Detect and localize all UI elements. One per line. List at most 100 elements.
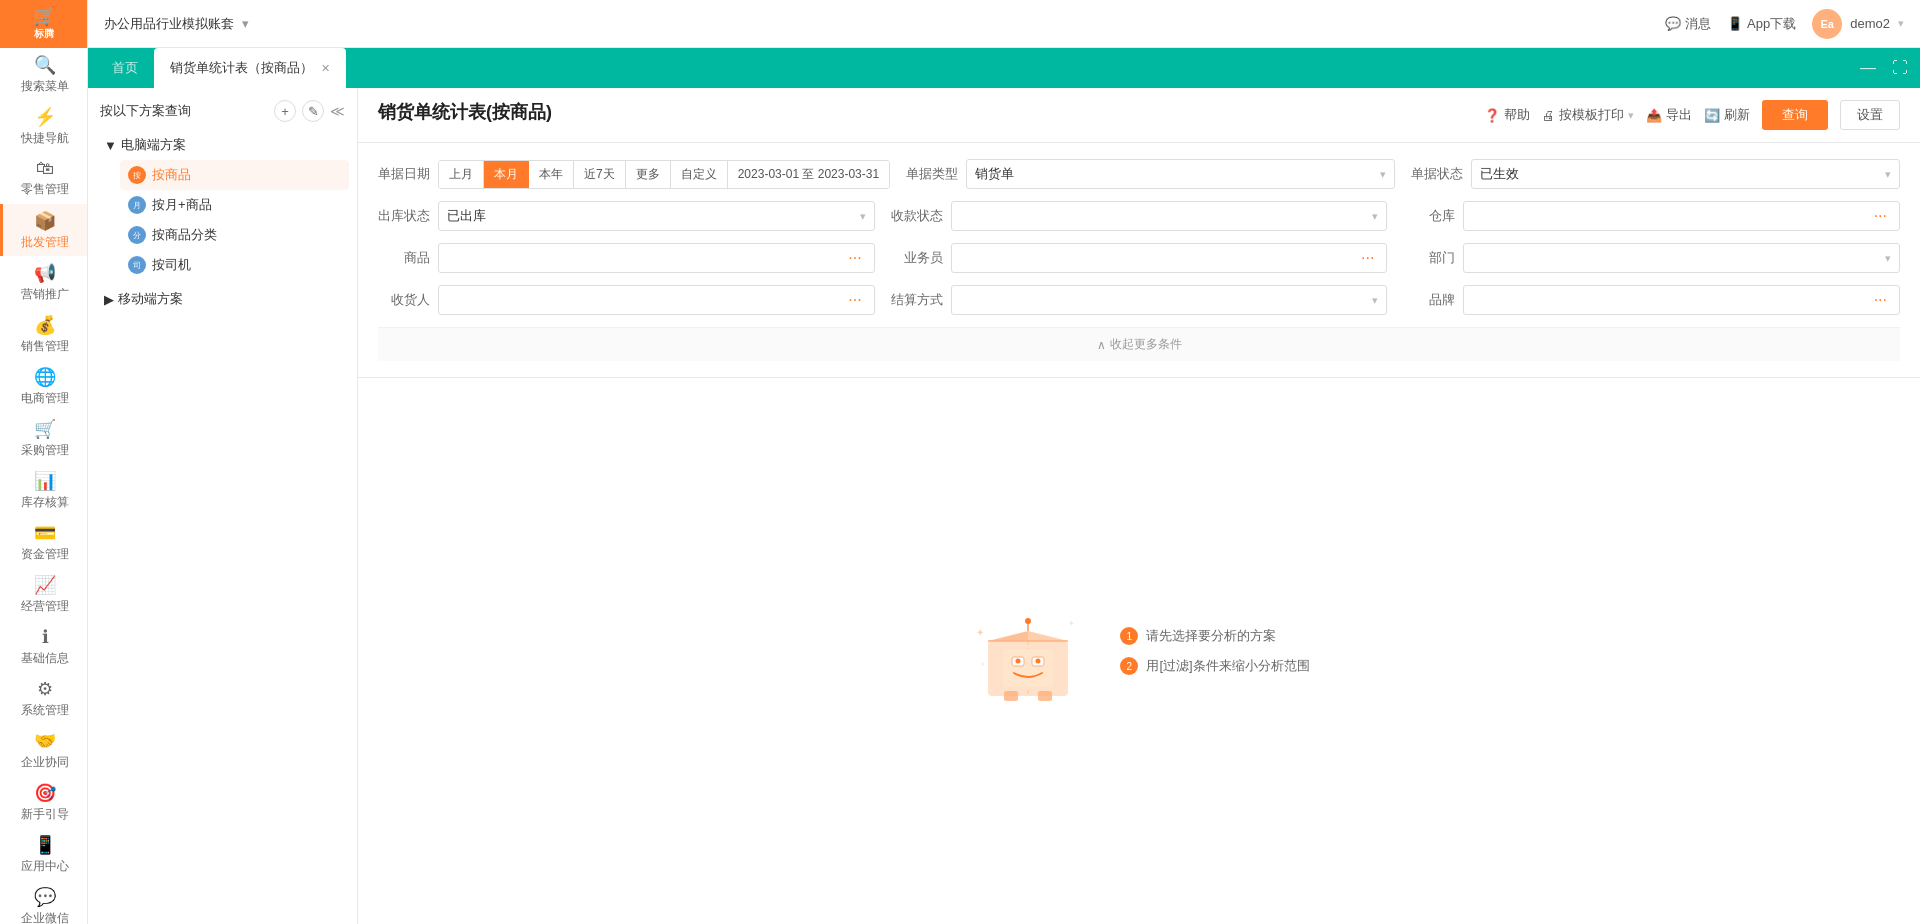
logo-text: 标腾 bbox=[34, 27, 54, 41]
print-button[interactable]: 🖨 按模板打印 ▾ bbox=[1542, 106, 1634, 124]
web-icon: 🌐 bbox=[34, 366, 56, 388]
tree-item-by-driver[interactable]: 司 按司机 bbox=[120, 250, 349, 280]
sidebar-item-wholesale[interactable]: 📦 批发管理 bbox=[0, 204, 87, 256]
tab-close-icon[interactable]: ✕ bbox=[321, 62, 330, 75]
box-icon: 📦 bbox=[34, 210, 56, 232]
tab-maximize-button[interactable]: ⛶ bbox=[1888, 55, 1912, 81]
product-ellipsis-btn[interactable]: ··· bbox=[844, 249, 865, 267]
filter-row-1: 单据日期 上月 本月 本年 近7天 更多 自定义 2023-03-01 至 20… bbox=[378, 159, 1900, 189]
tree-item-label: 按月+商品 bbox=[152, 196, 212, 214]
date-btn-custom[interactable]: 自定义 bbox=[671, 161, 728, 188]
receiver-ellipsis-btn[interactable]: ··· bbox=[844, 291, 865, 309]
tree-expand-right-icon: ▶ bbox=[104, 292, 114, 307]
title-dropdown-arrow[interactable]: ▾ bbox=[242, 16, 249, 31]
app-download-button[interactable]: 📱 App下载 bbox=[1727, 15, 1796, 33]
shopping-icon: 🛍 bbox=[36, 158, 54, 179]
date-btn-last-month[interactable]: 上月 bbox=[439, 161, 484, 188]
dept-dropdown-arrow: ▾ bbox=[1885, 252, 1891, 265]
brand-ellipsis-btn[interactable]: ··· bbox=[1870, 291, 1891, 309]
main-wrapper: 办公用品行业模拟账套 ▾ 💬 消息 📱 App下载 Ea demo2 ▾ 首页 … bbox=[88, 0, 1920, 924]
tree-item-by-month-product[interactable]: 月 按月+商品 bbox=[120, 190, 349, 220]
add-scheme-button[interactable]: + bbox=[274, 100, 296, 122]
tree-section-mobile: ▶ 移动端方案 bbox=[88, 284, 357, 314]
receipt-status-select[interactable]: ▾ bbox=[951, 201, 1388, 231]
product-select[interactable]: ··· bbox=[438, 243, 875, 273]
scheme-icon-orange: 按 bbox=[128, 166, 146, 184]
help-button[interactable]: ❓ 帮助 bbox=[1484, 106, 1530, 124]
panel-header-label: 按以下方案查询 bbox=[100, 102, 191, 120]
svg-point-6 bbox=[1016, 659, 1021, 664]
sidebar-item-sales[interactable]: 💰 销售管理 bbox=[0, 308, 87, 360]
sidebar-item-search[interactable]: 🔍 搜索菜单 bbox=[0, 48, 87, 100]
step-1-num: 1 bbox=[1120, 627, 1138, 645]
filter-doc-type: 单据类型 销货单 ▾ bbox=[906, 159, 1395, 189]
date-btn-7days[interactable]: 近7天 bbox=[574, 161, 626, 188]
edit-scheme-button[interactable]: ✎ bbox=[302, 100, 324, 122]
warehouse-select[interactable]: ··· bbox=[1463, 201, 1900, 231]
filter-product: 商品 ··· bbox=[378, 243, 875, 273]
filter-area: 单据日期 上月 本月 本年 近7天 更多 自定义 2023-03-01 至 20… bbox=[358, 143, 1920, 378]
money-icon: 💰 bbox=[34, 314, 56, 336]
receiver-select[interactable]: ··· bbox=[438, 285, 875, 315]
sidebar-item-retail[interactable]: 🛍 零售管理 bbox=[0, 152, 87, 204]
user-dropdown-arrow: ▾ bbox=[1898, 17, 1904, 30]
payment-select[interactable]: ▾ bbox=[951, 285, 1388, 315]
sidebar-item-guide[interactable]: 🎯 新手引导 bbox=[0, 776, 87, 828]
sidebar-item-basic[interactable]: ℹ 基础信息 bbox=[0, 620, 87, 672]
date-btn-more[interactable]: 更多 bbox=[626, 161, 671, 188]
refresh-button[interactable]: 🔄 刷新 bbox=[1704, 106, 1750, 124]
sidebar-item-ecommerce[interactable]: 🌐 电商管理 bbox=[0, 360, 87, 412]
doc-status-select[interactable]: 已生效 ▾ bbox=[1471, 159, 1900, 189]
empty-step-2: 2 用[过滤]条件来缩小分析范围 bbox=[1120, 657, 1309, 675]
cart-icon: 🛒 bbox=[34, 418, 56, 440]
doc-type-select[interactable]: 销货单 ▾ bbox=[966, 159, 1395, 189]
query-button[interactable]: 查询 bbox=[1762, 100, 1828, 130]
sidebar-item-appstore[interactable]: 📱 应用中心 bbox=[0, 828, 87, 880]
settings-button[interactable]: 设置 bbox=[1840, 100, 1900, 130]
date-btn-this-month[interactable]: 本月 bbox=[484, 161, 529, 188]
svg-point-9 bbox=[1025, 618, 1031, 624]
sidebar-item-label: 营销推广 bbox=[21, 287, 69, 303]
collapse-label: 收起更多条件 bbox=[1110, 336, 1182, 353]
out-status-select[interactable]: 已出库 ▾ bbox=[438, 201, 875, 231]
salesperson-select[interactable]: ··· bbox=[951, 243, 1388, 273]
tab-home-label: 首页 bbox=[112, 59, 138, 77]
dept-select[interactable]: ▾ bbox=[1463, 243, 1900, 273]
sidebar-item-operations[interactable]: 📈 经营管理 bbox=[0, 568, 87, 620]
sidebar-item-wechat[interactable]: 💬 企业微信 bbox=[0, 880, 87, 924]
sidebar-item-marketing[interactable]: 📢 营销推广 bbox=[0, 256, 87, 308]
tree-item-by-product[interactable]: 按 按商品 bbox=[120, 160, 349, 190]
doc-status-value: 已生效 bbox=[1480, 165, 1519, 183]
salesperson-ellipsis-btn[interactable]: ··· bbox=[1357, 249, 1378, 267]
sidebar-item-quick-nav[interactable]: ⚡ 快捷导航 bbox=[0, 100, 87, 152]
message-button[interactable]: 💬 消息 bbox=[1665, 15, 1711, 33]
out-status-label: 出库状态 bbox=[378, 207, 430, 225]
sidebar-item-coop[interactable]: 🤝 企业协同 bbox=[0, 724, 87, 776]
sidebar-item-purchase[interactable]: 🛒 采购管理 bbox=[0, 412, 87, 464]
tree-section-pc: ▼ 电脑端方案 按 按商品 月 按月+商品 分 按商品分类 bbox=[88, 130, 357, 280]
filter-receiver: 收货人 ··· bbox=[378, 285, 875, 315]
logo-icon: 🛒 bbox=[33, 7, 55, 25]
collapse-panel-button[interactable]: ≪ bbox=[330, 103, 345, 119]
warehouse-ellipsis-btn[interactable]: ··· bbox=[1870, 207, 1891, 225]
user-menu-button[interactable]: Ea demo2 ▾ bbox=[1812, 9, 1904, 39]
target-icon: 🎯 bbox=[34, 782, 56, 804]
tab-home[interactable]: 首页 bbox=[96, 48, 154, 88]
tree-parent-pc[interactable]: ▼ 电脑端方案 bbox=[96, 130, 349, 160]
print-dropdown-arrow[interactable]: ▾ bbox=[1628, 109, 1634, 122]
date-btn-this-year[interactable]: 本年 bbox=[529, 161, 574, 188]
trending-icon: 📈 bbox=[34, 574, 56, 596]
sidebar-menu: 🔍 搜索菜单 ⚡ 快捷导航 🛍 零售管理 📦 批发管理 📢 营销推广 💰 销售管… bbox=[0, 48, 87, 924]
chevron-down-icon-4: ▾ bbox=[1372, 210, 1378, 223]
brand-select[interactable]: ··· bbox=[1463, 285, 1900, 315]
sidebar-item-finance[interactable]: 💳 资金管理 bbox=[0, 516, 87, 568]
export-button[interactable]: 📤 导出 bbox=[1646, 106, 1692, 124]
tree-parent-mobile[interactable]: ▶ 移动端方案 bbox=[96, 284, 349, 314]
sidebar-item-inventory[interactable]: 📊 库存核算 bbox=[0, 464, 87, 516]
tab-sales-stats[interactable]: 销货单统计表（按商品） ✕ bbox=[154, 48, 346, 88]
collapse-more-button[interactable]: ∧ 收起更多条件 bbox=[378, 327, 1900, 361]
svg-rect-3 bbox=[1003, 649, 1053, 687]
sidebar-item-system[interactable]: ⚙ 系统管理 bbox=[0, 672, 87, 724]
tree-item-by-category[interactable]: 分 按商品分类 bbox=[120, 220, 349, 250]
tab-minimize-button[interactable]: — bbox=[1856, 55, 1880, 81]
